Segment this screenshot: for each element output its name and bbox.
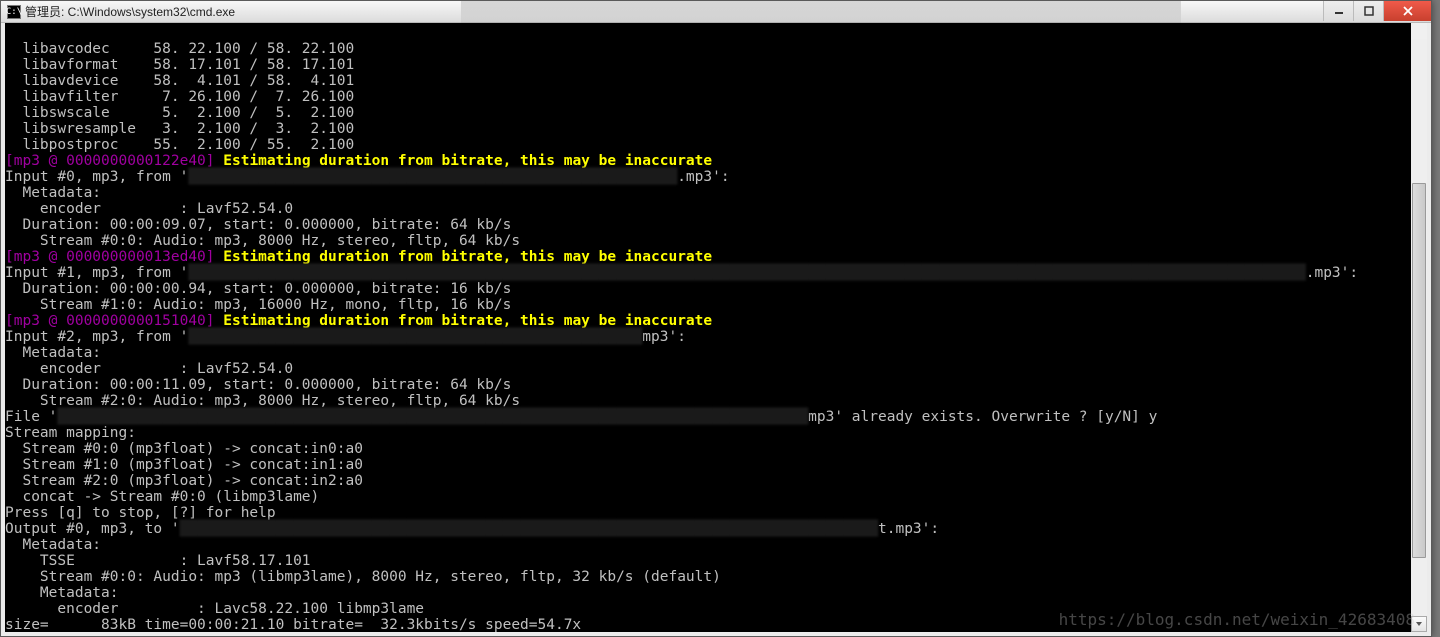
scroll-track[interactable] bbox=[1411, 39, 1427, 616]
stream-line: Stream #2:0: Audio: mp3, 8000 Hz, stereo… bbox=[5, 393, 520, 409]
mp3-tag: [mp3 @ 0000000000151040] bbox=[5, 313, 223, 329]
duration-line: Duration: 00:00:00.94, start: 0.000000, … bbox=[5, 281, 511, 297]
metadata-line: Metadata: bbox=[5, 185, 101, 201]
lib-line: libavformat 58. 17.101 / 58. 17.101 bbox=[5, 57, 354, 73]
press-line: Press [q] to stop, [?] for help bbox=[5, 505, 276, 521]
mp3-warning: Estimating duration from bitrate, this m… bbox=[223, 249, 712, 265]
map-line: Stream #0:0 (mp3float) -> concat:in0:a0 bbox=[5, 441, 363, 457]
window-title: 管理员: C:\Windows\system32\cmd.exe bbox=[25, 3, 235, 20]
redacted-path: ████████████████████████████████████████… bbox=[188, 329, 642, 345]
stream-line: Stream #0:0: Audio: mp3 (libmp3lame), 80… bbox=[5, 569, 721, 585]
stream-line: Stream #0:0: Audio: mp3, 8000 Hz, stereo… bbox=[5, 233, 520, 249]
map-line: Stream #2:0 (mp3float) -> concat:in2:a0 bbox=[5, 473, 363, 489]
encoder-line: encoder : Lavc58.22.100 libmp3lame bbox=[5, 601, 424, 617]
stream-mapping: Stream mapping: bbox=[5, 425, 136, 441]
mp3-tag: [mp3 @ 000000000013ed40] bbox=[5, 249, 223, 265]
mp3-tag: [mp3 @ 0000000000122e40] bbox=[5, 153, 223, 169]
duration-line: Duration: 00:00:11.09, start: 0.000000, … bbox=[5, 377, 511, 393]
metadata-line: Metadata: bbox=[5, 345, 101, 361]
encoder-line: encoder : Lavf52.54.0 bbox=[5, 201, 293, 217]
maximize-button[interactable] bbox=[1353, 1, 1383, 21]
lib-line: libswscale 5. 2.100 / 5. 2.100 bbox=[5, 105, 354, 121]
mp3-warning: Estimating duration from bitrate, this m… bbox=[223, 153, 712, 169]
minimize-button[interactable] bbox=[1323, 1, 1353, 21]
mp3-warning: Estimating duration from bitrate, this m… bbox=[223, 313, 712, 329]
lib-line: libavdevice 58. 4.101 / 58. 4.101 bbox=[5, 73, 354, 89]
input-line: Input #0, mp3, from ' bbox=[5, 169, 188, 185]
scroll-thumb[interactable] bbox=[1412, 183, 1426, 558]
lib-line: libavfilter 7. 26.100 / 7. 26.100 bbox=[5, 89, 354, 105]
metadata-line: Metadata: bbox=[5, 585, 119, 601]
taskbar-shadow bbox=[461, 1, 1181, 23]
redacted-path: ████████████████████████████████████████… bbox=[180, 521, 878, 537]
console-output: libavcodec 58. 22.100 / 58. 22.100 libav… bbox=[5, 23, 1411, 632]
scroll-down-button[interactable] bbox=[1411, 616, 1427, 632]
file-line: File ' bbox=[5, 409, 57, 425]
redacted-path: ████████████████████████████████████████… bbox=[57, 409, 808, 425]
lib-line: libavcodec 58. 22.100 / 58. 22.100 bbox=[5, 41, 354, 57]
output-line: Output #0, mp3, to ' bbox=[5, 521, 180, 537]
cmd-icon: C:\ bbox=[7, 5, 21, 19]
titlebar[interactable]: C:\ 管理员: C:\Windows\system32\cmd.exe bbox=[1, 1, 1431, 23]
file-line-suffix: mp3' already exists. Overwrite ? [y/N] y bbox=[808, 409, 1157, 425]
encoder-line: encoder : Lavf52.54.0 bbox=[5, 361, 293, 377]
metadata-line: Metadata: bbox=[5, 537, 101, 553]
duration-line: Duration: 00:00:09.07, start: 0.000000, … bbox=[5, 217, 511, 233]
console-area[interactable]: libavcodec 58. 22.100 / 58. 22.100 libav… bbox=[5, 23, 1427, 632]
map-line: Stream #1:0 (mp3float) -> concat:in1:a0 bbox=[5, 457, 363, 473]
window-buttons bbox=[1323, 1, 1431, 21]
input-line-suffix: mp3': bbox=[642, 329, 686, 345]
tsse-line: TSSE : Lavf58.17.101 bbox=[5, 553, 311, 569]
stream-line: Stream #1:0: Audio: mp3, 16000 Hz, mono,… bbox=[5, 297, 511, 313]
redacted-path: ████████████████████████████████████████… bbox=[188, 265, 1305, 281]
cmd-window: C:\ 管理员: C:\Windows\system32\cmd.exe lib… bbox=[0, 0, 1432, 637]
lib-line: libpostproc 55. 2.100 / 55. 2.100 bbox=[5, 137, 354, 153]
input-line-suffix: .mp3': bbox=[1306, 265, 1358, 281]
redacted-path: ████████████████████████████████████████… bbox=[188, 169, 677, 185]
size-line: size= 83kB time=00:00:21.10 bitrate= 32.… bbox=[5, 617, 581, 632]
input-line: Input #1, mp3, from ' bbox=[5, 265, 188, 281]
input-line: Input #2, mp3, from ' bbox=[5, 329, 188, 345]
output-line-suffix: t.mp3': bbox=[878, 521, 939, 537]
input-line-suffix: .mp3': bbox=[677, 169, 729, 185]
close-button[interactable] bbox=[1383, 1, 1431, 21]
lib-line: libswresample 3. 2.100 / 3. 2.100 bbox=[5, 121, 354, 137]
map-line: concat -> Stream #0:0 (libmp3lame) bbox=[5, 489, 319, 505]
scrollbar[interactable] bbox=[1411, 23, 1427, 632]
